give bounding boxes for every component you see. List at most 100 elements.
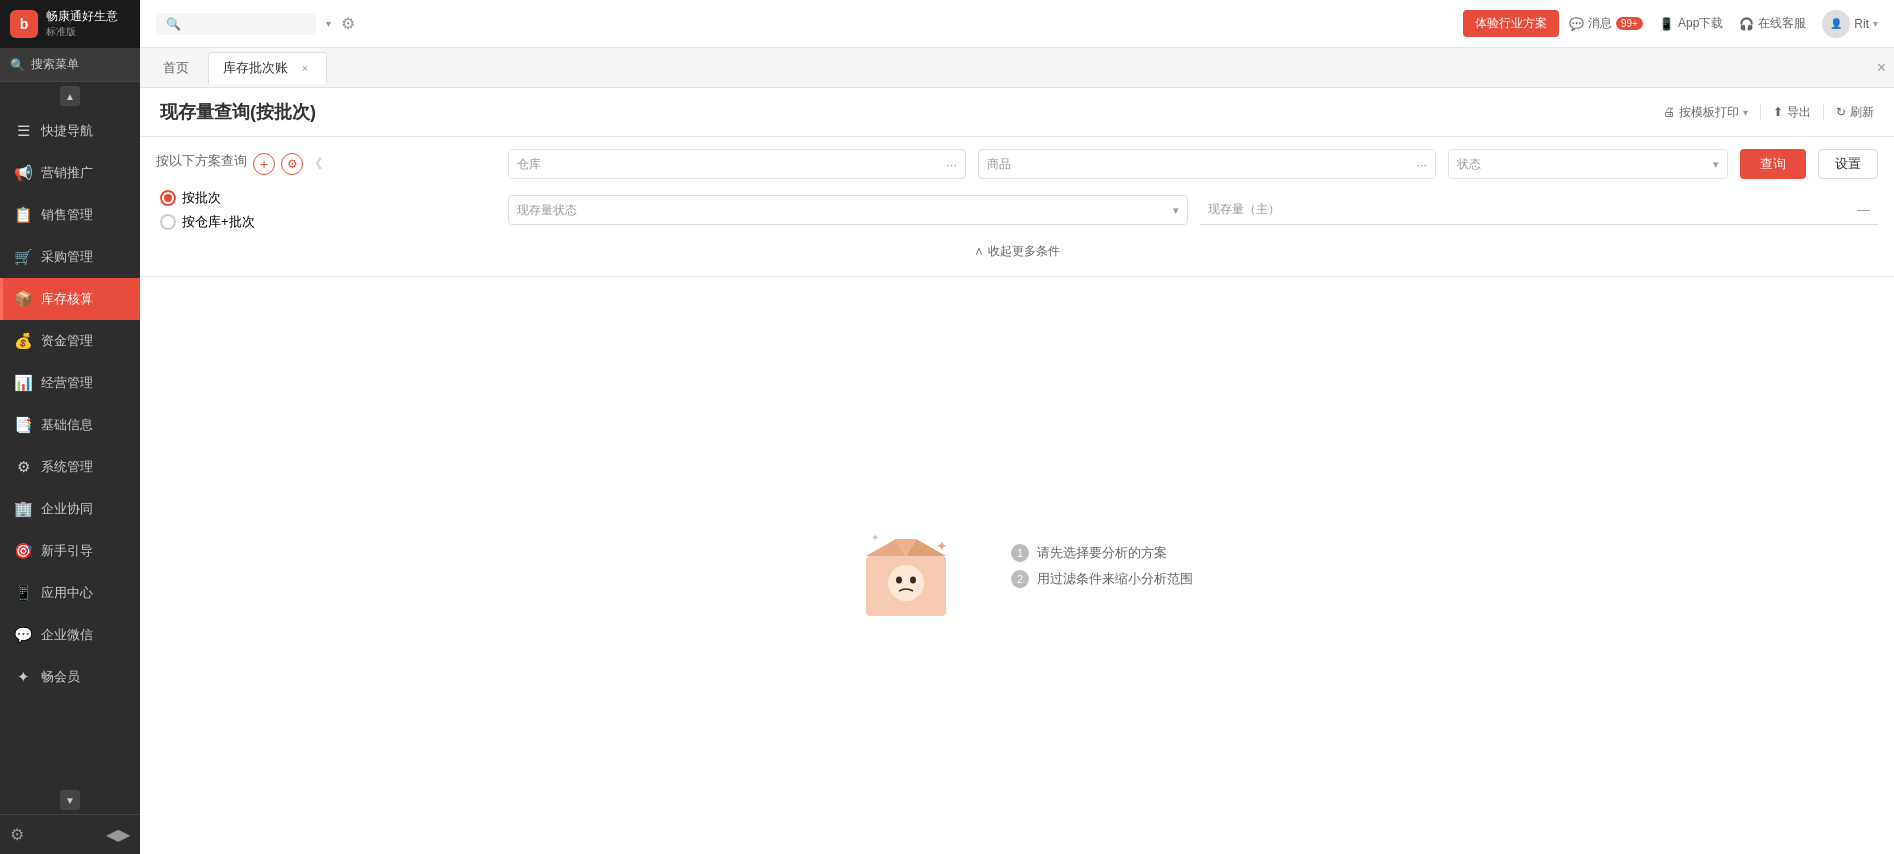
print-button[interactable]: 🖨 按模板打印 ▾ — [1663, 104, 1748, 121]
export-button[interactable]: ⬆ 导出 — [1773, 104, 1811, 121]
message-icon: 💬 — [1569, 17, 1584, 31]
app-download-label: App下载 — [1678, 15, 1723, 32]
sidebar-item-label-member: 畅会员 — [41, 668, 80, 686]
sidebar-search[interactable]: 🔍 搜索菜单 — [0, 48, 140, 82]
sidebar-item-basic[interactable]: 📑 基础信息 — [0, 404, 140, 446]
app-logo: b — [10, 10, 38, 38]
export-label: 导出 — [1787, 104, 1811, 121]
messages-action[interactable]: 💬 消息 99+ — [1569, 15, 1643, 32]
product-label: 商品 — [987, 156, 1011, 173]
sidebar-item-quick-nav[interactable]: ☰ 快捷导航 — [0, 110, 140, 152]
status-field[interactable]: 状态 ▾ — [1448, 149, 1728, 179]
page-header: 现存量查询(按批次) 🖨 按模板打印 ▾ ⬆ 导出 ↻ 刷新 — [140, 88, 1894, 137]
sidebar-item-operations[interactable]: 📊 经营管理 — [0, 362, 140, 404]
sidebar-item-label-operations: 经营管理 — [41, 374, 93, 392]
app-download-action[interactable]: 📱 App下载 — [1659, 15, 1723, 32]
svg-point-2 — [896, 576, 902, 583]
plan-option-warehouse-batch[interactable]: 按仓库+批次 — [160, 213, 496, 231]
tabbar-close-button[interactable]: × — [1877, 59, 1886, 77]
warehouse-label: 仓库 — [517, 156, 541, 173]
phone-icon: 📱 — [1659, 17, 1674, 31]
messages-badge: 99+ — [1616, 17, 1643, 30]
collapse-more-label: ∧ 收起更多条件 — [974, 243, 1059, 260]
svg-text:✦: ✦ — [936, 538, 948, 554]
online-service-action[interactable]: 🎧 在线客服 — [1739, 15, 1806, 32]
avatar: 👤 — [1822, 10, 1850, 38]
query-button[interactable]: 查询 — [1740, 149, 1806, 179]
scroll-up-button[interactable]: ▲ — [60, 86, 80, 106]
content-area: 现存量查询(按批次) 🖨 按模板打印 ▾ ⬆ 导出 ↻ 刷新 — [140, 88, 1894, 854]
sidebar-item-system[interactable]: ⚙ 系统管理 — [0, 446, 140, 488]
finance-icon: 💰 — [13, 332, 33, 350]
topbar: 🔍 ▾ ⚙ 体验行业方案 💬 消息 99+ 📱 App下载 🎧 在线客服 � — [140, 0, 1894, 48]
wechat-icon: 💬 — [13, 626, 33, 644]
avatar-text: 👤 — [1830, 18, 1842, 29]
sidebar-item-app-center[interactable]: 📱 应用中心 — [0, 572, 140, 614]
export-icon: ⬆ — [1773, 105, 1783, 119]
collapse-more-btn[interactable]: ∧ 收起更多条件 — [156, 239, 1878, 264]
sidebar-item-enterprise[interactable]: 🏢 企业协同 — [0, 488, 140, 530]
refresh-button[interactable]: ↻ 刷新 — [1836, 104, 1874, 121]
sidebar-item-purchase[interactable]: 🛒 采购管理 — [0, 236, 140, 278]
sidebar-item-sales[interactable]: 📋 销售管理 — [0, 194, 140, 236]
enterprise-icon: 🏢 — [13, 500, 33, 518]
sidebar-item-label-enterprise: 企业协同 — [41, 500, 93, 518]
sidebar-item-inventory[interactable]: 📦 库存核算 — [0, 278, 140, 320]
page-title: 现存量查询(按批次) — [160, 100, 316, 124]
settings-plan-icon[interactable]: ⚙ — [281, 153, 303, 175]
inventory-qty-label: 现存量（主） — [1208, 201, 1280, 218]
product-field[interactable]: 商品 ··· — [978, 149, 1436, 179]
topbar-dropdown-arrow[interactable]: ▾ — [326, 18, 331, 29]
tab-home[interactable]: 首页 — [148, 52, 204, 84]
sidebar-item-wechat[interactable]: 💬 企业微信 — [0, 614, 140, 656]
user-avatar-action[interactable]: 👤 Rit ▾ — [1822, 10, 1878, 38]
sidebar-item-label-wechat: 企业微信 — [41, 626, 93, 644]
inventory-status-field[interactable]: 现存量状态 ▾ — [508, 195, 1188, 225]
radio-warehouse-batch — [160, 214, 176, 230]
status-label: 状态 — [1457, 156, 1481, 173]
collapse-sidebar-icon[interactable]: ◀▶ — [106, 825, 130, 844]
sidebar-item-label-finance: 资金管理 — [41, 332, 93, 350]
user-dropdown-arrow: ▾ — [1873, 18, 1878, 29]
sidebar-item-member[interactable]: ✦ 畅会员 — [0, 656, 140, 698]
sidebar-item-marketing[interactable]: 📢 营销推广 — [0, 152, 140, 194]
settings-button[interactable]: 设置 — [1818, 149, 1878, 179]
product-dots[interactable]: ··· — [1416, 157, 1427, 172]
topbar-search[interactable]: 🔍 — [156, 13, 316, 35]
warehouse-dots[interactable]: ··· — [946, 157, 957, 172]
sidebar-footer: ⚙ ◀▶ — [0, 814, 140, 854]
topbar-search-icon: 🔍 — [166, 17, 181, 31]
topbar-settings-icon[interactable]: ⚙ — [341, 14, 355, 33]
main-area: 🔍 ▾ ⚙ 体验行业方案 💬 消息 99+ 📱 App下载 🎧 在线客服 � — [140, 0, 1894, 854]
tab-batch-account[interactable]: 库存批次账 × — [208, 52, 327, 84]
online-service-label: 在线客服 — [1758, 15, 1806, 32]
sales-icon: 📋 — [13, 206, 33, 224]
refresh-icon: ↻ — [1836, 105, 1846, 119]
inventory-qty-field[interactable]: 现存量（主） — — [1200, 195, 1878, 225]
app-name: 畅康通好生意 — [46, 9, 118, 25]
settings-footer-icon[interactable]: ⚙ — [10, 825, 24, 844]
sidebar-item-newbie[interactable]: 🎯 新手引导 — [0, 530, 140, 572]
member-icon: ✦ — [13, 668, 33, 686]
sidebar-item-label-purchase: 采购管理 — [41, 248, 93, 266]
print-dropdown-arrow[interactable]: ▾ — [1743, 107, 1748, 118]
sidebar: b 畅康通好生意 标准版 🔍 搜索菜单 ▲ ☰ 快捷导航 📢 营销推广 📋 销售… — [0, 0, 140, 854]
add-plan-icon[interactable]: + — [253, 153, 275, 175]
basic-icon: 📑 — [13, 416, 33, 434]
sidebar-header: b 畅康通好生意 标准版 — [0, 0, 140, 48]
inventory-status-chevron-icon: ▾ — [1173, 204, 1179, 217]
plan-title: 按以下方案查询 — [156, 152, 247, 170]
messages-label: 消息 — [1588, 15, 1612, 32]
collapse-filter-icon[interactable]: 《 — [309, 155, 322, 173]
filter-row-1: 按以下方案查询 + ⚙ 《 仓库 ··· 商品 — [156, 149, 1878, 179]
warehouse-field[interactable]: 仓库 ··· — [508, 149, 966, 179]
scroll-down-button[interactable]: ▼ — [60, 790, 80, 810]
svg-point-1 — [888, 565, 924, 601]
experience-btn[interactable]: 体验行业方案 — [1463, 10, 1559, 37]
sidebar-item-finance[interactable]: 💰 资金管理 — [0, 320, 140, 362]
status-chevron-icon: ▾ — [1713, 158, 1719, 171]
filter-plan-selector: 按以下方案查询 + ⚙ 《 — [156, 152, 496, 176]
tab-close-icon[interactable]: × — [298, 61, 312, 75]
sidebar-item-label-marketing: 营销推广 — [41, 164, 93, 182]
plan-option-batch[interactable]: 按批次 — [160, 189, 496, 207]
